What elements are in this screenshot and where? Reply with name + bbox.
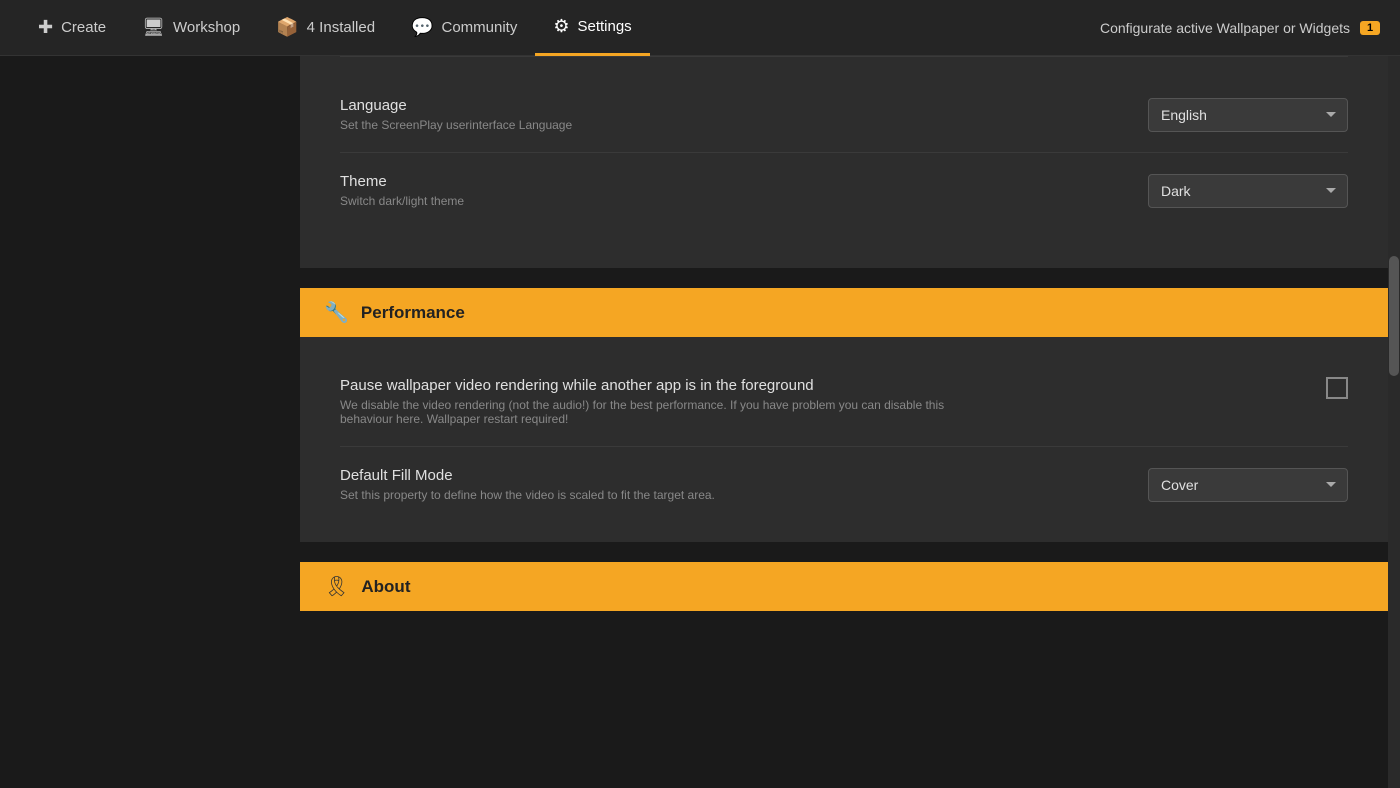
nav-settings[interactable]: ⚙ Settings [535,0,649,56]
fill-mode-row: Default Fill Mode Set this property to d… [340,447,1348,522]
configure-badge[interactable]: 1 [1360,21,1380,35]
nav-create[interactable]: ✚ Create [20,0,124,56]
performance-header-title: Performance [361,303,465,323]
pause-wallpaper-checkbox[interactable] [1326,377,1348,399]
nav-create-label: Create [61,19,106,36]
pause-wallpaper-info: Pause wallpaper video rendering while an… [340,377,980,426]
language-select[interactable]: English German French Spanish [1148,98,1348,132]
theme-control: Dark Light [1148,174,1348,208]
nav-installed[interactable]: 📦 4 Installed [258,0,393,56]
fill-mode-title: Default Fill Mode [340,467,715,484]
language-control: English German French Spanish [1148,98,1348,132]
language-title: Language [340,97,572,114]
fill-mode-select[interactable]: Cover Stretch Fill Contain [1148,468,1348,502]
about-section-wrapper: 🎗 About [300,562,1388,611]
nav-installed-label: 4 Installed [307,19,375,36]
settings-icon: ⚙ [553,16,569,37]
nav-community-label: Community [441,19,517,36]
fill-mode-control: Cover Stretch Fill Contain [1148,468,1348,502]
configure-label: Configurate active Wallpaper or Widgets [1100,20,1350,36]
scrollbar-thumb[interactable] [1389,256,1399,376]
fill-mode-description: Set this property to define how the vide… [340,488,715,502]
theme-title: Theme [340,173,464,190]
pause-wallpaper-description: We disable the video rendering (not the … [340,398,980,426]
installed-icon: 📦 [276,17,298,38]
fill-mode-info: Default Fill Mode Set this property to d… [340,467,715,502]
theme-setting-row: Theme Switch dark/light theme Dark Light [340,153,1348,228]
content-area: Language Set the ScreenPlay userinterfac… [300,56,1388,788]
nav-workshop[interactable]: 🖥 Workshop [124,0,258,56]
general-settings-panel: Language Set the ScreenPlay userinterfac… [300,57,1388,268]
navbar: ✚ Create 🖥 Workshop 📦 4 Installed 💬 Comm… [0,0,1400,56]
performance-settings-section: Pause wallpaper video rendering while an… [300,337,1388,542]
language-description: Set the ScreenPlay userinterface Languag… [340,118,572,132]
about-header: 🎗 About [300,562,1388,611]
community-icon: 💬 [411,17,433,38]
scrollbar-track [1388,56,1400,788]
pause-wallpaper-row: Pause wallpaper video rendering while an… [340,357,1348,447]
nav-settings-label: Settings [577,18,631,35]
wrench-icon: 🔧 [324,300,349,325]
nav-right: Configurate active Wallpaper or Widgets … [1100,20,1380,36]
pause-wallpaper-title: Pause wallpaper video rendering while an… [340,377,980,394]
nav-workshop-label: Workshop [173,19,240,36]
theme-info: Theme Switch dark/light theme [340,173,464,208]
nav-community[interactable]: 💬 Community [393,0,535,56]
language-info: Language Set the ScreenPlay userinterfac… [340,97,572,132]
sidebar-left [0,56,300,788]
plus-icon: ✚ [38,17,53,38]
workshop-icon: 🖥 [142,17,165,38]
language-setting-row: Language Set the ScreenPlay userinterfac… [340,77,1348,153]
theme-select[interactable]: Dark Light [1148,174,1348,208]
theme-description: Switch dark/light theme [340,194,464,208]
performance-header: 🔧 Performance [300,288,1388,337]
performance-section-wrapper: 🔧 Performance Pause wallpaper video rend… [300,288,1388,542]
about-icon: 🎗 [324,574,349,599]
general-settings-section: Language Set the ScreenPlay userinterfac… [300,57,1388,248]
main-layout: Language Set the ScreenPlay userinterfac… [0,56,1400,788]
about-header-title: About [361,577,410,597]
